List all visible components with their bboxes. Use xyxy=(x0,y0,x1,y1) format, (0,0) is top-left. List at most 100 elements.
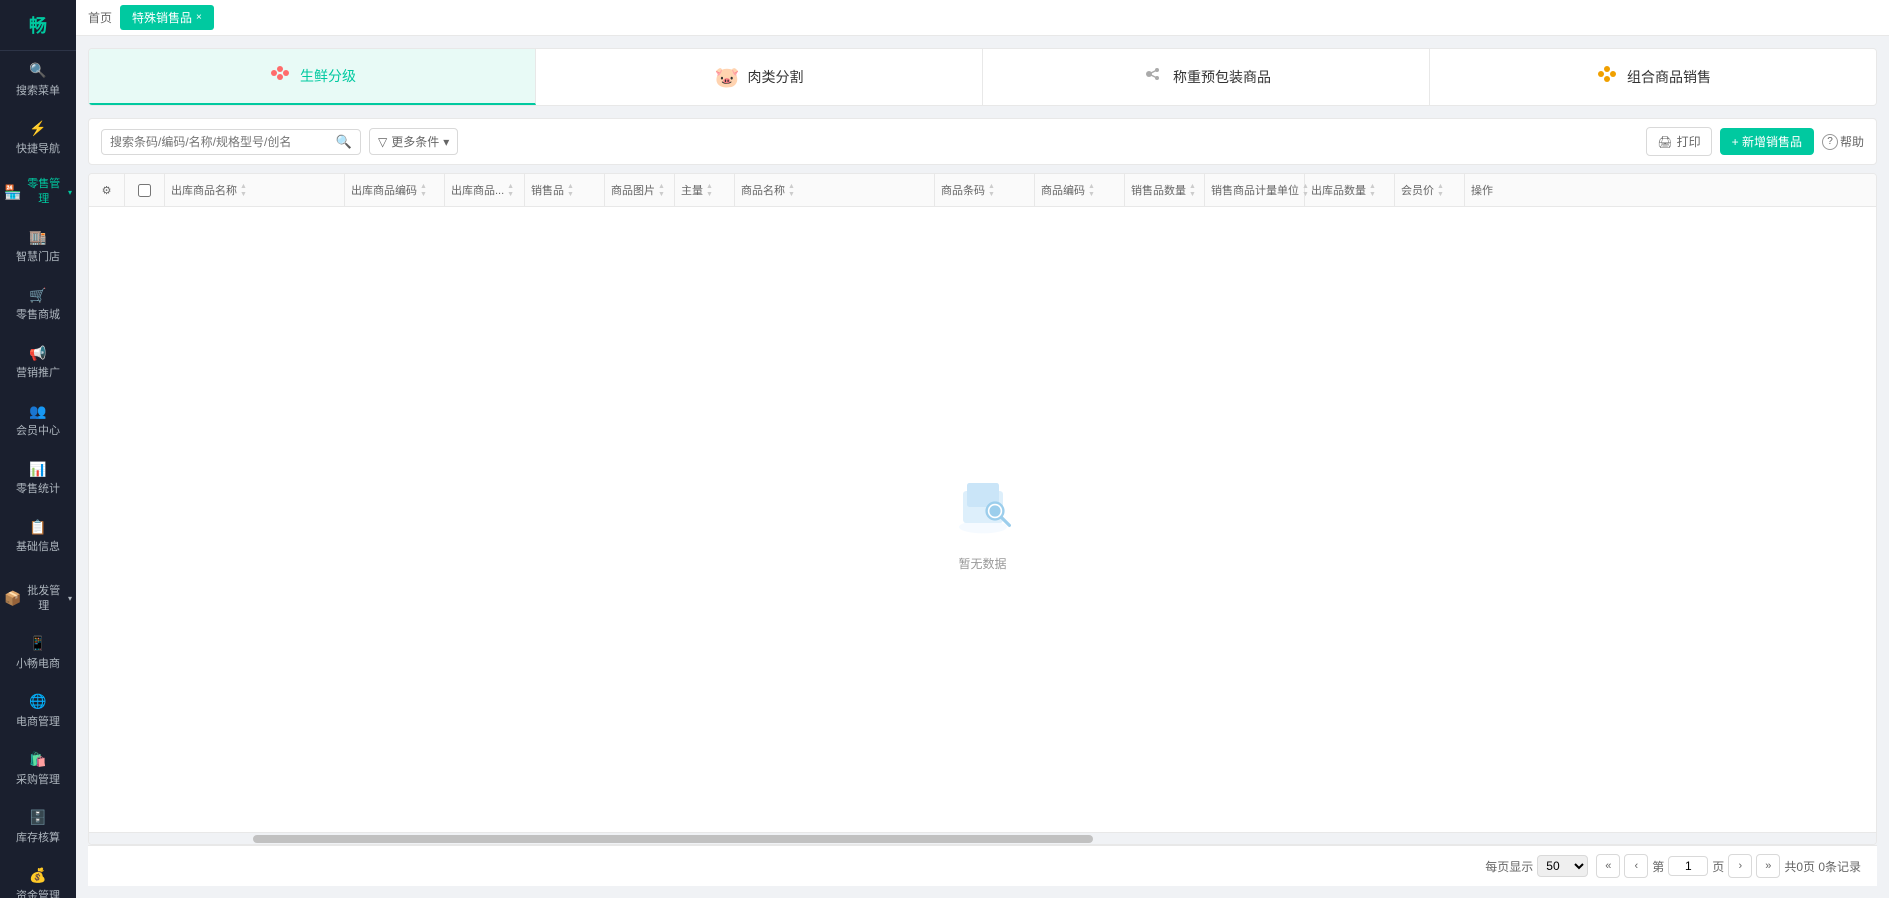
page-last-button[interactable]: » xyxy=(1756,854,1780,878)
th-qty-label: 销售品数量 xyxy=(1131,182,1186,198)
search-input[interactable] xyxy=(110,135,332,149)
sidebar-item-label: 智慧门店 xyxy=(16,250,60,265)
th-unit[interactable]: 销售商品计量单位 ▲▼ xyxy=(1205,174,1305,206)
sidebar-item-label: 快捷导航 xyxy=(16,142,60,157)
print-button[interactable]: 🖨 打印 xyxy=(1646,127,1711,156)
th-img[interactable]: 商品图片 ▲▼ xyxy=(605,174,675,206)
toolbar: 🔍 ▽ 更多条件 ▾ 🖨 打印 + 新增销售品 ? 帮助 xyxy=(88,118,1877,165)
sidebar-item-label: 零售管理 xyxy=(23,177,64,208)
sort-icons-10: ▲▼ xyxy=(1189,183,1196,198)
purchase-icon: 🛍️ xyxy=(29,750,46,770)
table-body-empty: 暂无数据 xyxy=(89,207,1876,832)
th-outcode[interactable]: 出库商品编码 ▲▼ xyxy=(345,174,445,206)
toolbar-right: 🖨 打印 + 新增销售品 ? 帮助 xyxy=(1646,127,1864,156)
scrollbar-thumb[interactable] xyxy=(253,835,1093,843)
sidebar-item-miniapp[interactable]: 📱 小畅电商 xyxy=(0,624,76,682)
sidebar-item-quicknav[interactable]: ⚡ 快捷导航 xyxy=(0,109,76,167)
th-outqty-label: 出库品数量 xyxy=(1311,182,1366,198)
sidebar-item-label: 小畅电商 xyxy=(16,657,60,672)
sidebar-item-retail[interactable]: 🏪 零售管理 ▾ xyxy=(0,167,76,218)
sort-icons-3: ▲▼ xyxy=(507,183,514,198)
sidebar-item-search[interactable]: 🔍 搜索菜单 xyxy=(0,51,76,109)
sidebar-item-label: 会员中心 xyxy=(16,424,60,439)
filter-label: 更多条件 xyxy=(391,133,439,150)
per-page-select[interactable]: 50 10 20 100 xyxy=(1537,855,1588,877)
tab-meat[interactable]: 🐷 肉类分割 xyxy=(536,49,983,105)
data-table: ⚙ 出库商品名称 ▲▼ 出库商品编码 ▲▼ 出库商品... ▲▼ 销售品 xyxy=(88,173,1877,845)
toolbar-left: 🔍 ▽ 更多条件 ▾ xyxy=(101,128,458,155)
close-tab-button[interactable]: × xyxy=(196,12,202,23)
tab-fresh[interactable]: 生鲜分级 xyxy=(89,49,536,105)
search-box[interactable]: 🔍 xyxy=(101,129,361,155)
th-settings[interactable]: ⚙ xyxy=(89,174,125,206)
table-header: ⚙ 出库商品名称 ▲▼ 出库商品编码 ▲▼ 出库商品... ▲▼ 销售品 xyxy=(89,174,1876,207)
sidebar-item-label: 库存核算 xyxy=(16,831,60,846)
th-outqty[interactable]: 出库品数量 ▲▼ xyxy=(1305,174,1395,206)
flash-icon: ⚡ xyxy=(29,119,46,139)
th-checkbox[interactable] xyxy=(125,174,165,206)
sidebar-item-smartstore[interactable]: 🏬 智慧门店 xyxy=(0,218,76,276)
store-icon: 🏬 xyxy=(29,228,46,248)
sidebar-item-purchase[interactable]: 🛍️ 采购管理 xyxy=(0,740,76,798)
sidebar-item-inventory[interactable]: 🗄️ 库存核算 xyxy=(0,798,76,856)
th-ops: 操作 xyxy=(1465,174,1525,206)
chevron-down-icon: ▾ xyxy=(68,187,72,198)
search-icon[interactable]: 🔍 xyxy=(336,134,352,150)
page-prev-button[interactable]: ‹ xyxy=(1624,854,1648,878)
miniapp-icon: 📱 xyxy=(29,634,46,654)
sort-icons-9: ▲▼ xyxy=(1088,183,1095,198)
sidebar-item-retailstat[interactable]: 📊 零售统计 xyxy=(0,450,76,508)
help-button[interactable]: ? 帮助 xyxy=(1822,133,1864,150)
sidebar: 畅 🔍 搜索菜单 ⚡ 快捷导航 🏪 零售管理 ▾ 🏬 智慧门店 🛒 零售商城 📢… xyxy=(0,0,76,898)
sidebar-item-ecommerce[interactable]: 🌐 电商管理 xyxy=(0,682,76,740)
horizontal-scrollbar[interactable] xyxy=(89,832,1876,844)
page-navigation: « ‹ 第 页 › » 共0页 0条记录 xyxy=(1596,854,1861,878)
sort-icons-7: ▲▼ xyxy=(788,183,795,198)
topbar: 首页 特殊销售品 × xyxy=(76,0,1889,36)
sidebar-item-label: 电商管理 xyxy=(16,715,60,730)
tab-weigh-label: 称重预包装商品 xyxy=(1173,67,1271,87)
filter-button[interactable]: ▽ 更多条件 ▾ xyxy=(369,128,458,155)
info-icon: 📋 xyxy=(29,518,46,538)
sidebar-item-retailmall[interactable]: 🛒 零售商城 xyxy=(0,276,76,334)
finance-icon: 💰 xyxy=(29,866,46,886)
page-first-button[interactable]: « xyxy=(1596,854,1620,878)
page-number-input[interactable] xyxy=(1668,856,1708,876)
home-tab[interactable]: 首页 xyxy=(88,9,112,26)
chevron-down-icon-2: ▾ xyxy=(68,593,72,604)
tab-fresh-label: 生鲜分级 xyxy=(300,66,356,86)
th-outsku-label: 出库商品... xyxy=(451,182,504,198)
sort-icons-8: ▲▼ xyxy=(988,183,995,198)
filter-icon: ▽ xyxy=(378,135,387,149)
th-vipprice[interactable]: 会员价 ▲▼ xyxy=(1395,174,1465,206)
sidebar-item-promotion[interactable]: 📢 营销推广 xyxy=(0,334,76,392)
tab-combo[interactable]: 组合商品销售 xyxy=(1430,49,1876,105)
sidebar-item-finance[interactable]: 💰 资金管理 xyxy=(0,856,76,898)
add-sale-item-button[interactable]: + 新增销售品 xyxy=(1720,128,1814,155)
module-tabs: 生鲜分级 🐷 肉类分割 称重预包装商品 xyxy=(88,48,1877,106)
th-barcode[interactable]: 商品条码 ▲▼ xyxy=(935,174,1035,206)
th-saleitem[interactable]: 销售品 ▲▼ xyxy=(525,174,605,206)
sort-icons-12: ▲▼ xyxy=(1369,183,1376,198)
sidebar-item-member[interactable]: 👥 会员中心 xyxy=(0,392,76,450)
th-vipprice-label: 会员价 xyxy=(1401,182,1434,198)
search-icon: 🔍 xyxy=(29,61,46,81)
sidebar-item-label: 零售统计 xyxy=(16,482,60,497)
th-outname[interactable]: 出库商品名称 ▲▼ xyxy=(165,174,345,206)
th-name[interactable]: 商品名称 ▲▼ xyxy=(735,174,935,206)
th-qty[interactable]: 销售品数量 ▲▼ xyxy=(1125,174,1205,206)
sort-icons-6: ▲▼ xyxy=(706,183,713,198)
page-next-button[interactable]: › xyxy=(1728,854,1752,878)
tab-weigh[interactable]: 称重预包装商品 xyxy=(983,49,1430,105)
per-page-label: 每页显示 xyxy=(1485,858,1533,875)
sidebar-item-baseinfo[interactable]: 📋 基础信息 xyxy=(0,508,76,566)
content-area: 生鲜分级 🐷 肉类分割 称重预包装商品 xyxy=(76,36,1889,898)
sort-icons-5: ▲▼ xyxy=(658,183,665,198)
th-code[interactable]: 商品编码 ▲▼ xyxy=(1035,174,1125,206)
th-outsku[interactable]: 出库商品... ▲▼ xyxy=(445,174,525,206)
stats-icon: 📊 xyxy=(29,460,46,480)
th-weight[interactable]: 主量 ▲▼ xyxy=(675,174,735,206)
sidebar-item-wholesale[interactable]: 📦 批发管理 ▾ xyxy=(0,574,76,625)
active-tab[interactable]: 特殊销售品 × xyxy=(120,5,214,30)
select-all-checkbox[interactable] xyxy=(138,184,151,197)
